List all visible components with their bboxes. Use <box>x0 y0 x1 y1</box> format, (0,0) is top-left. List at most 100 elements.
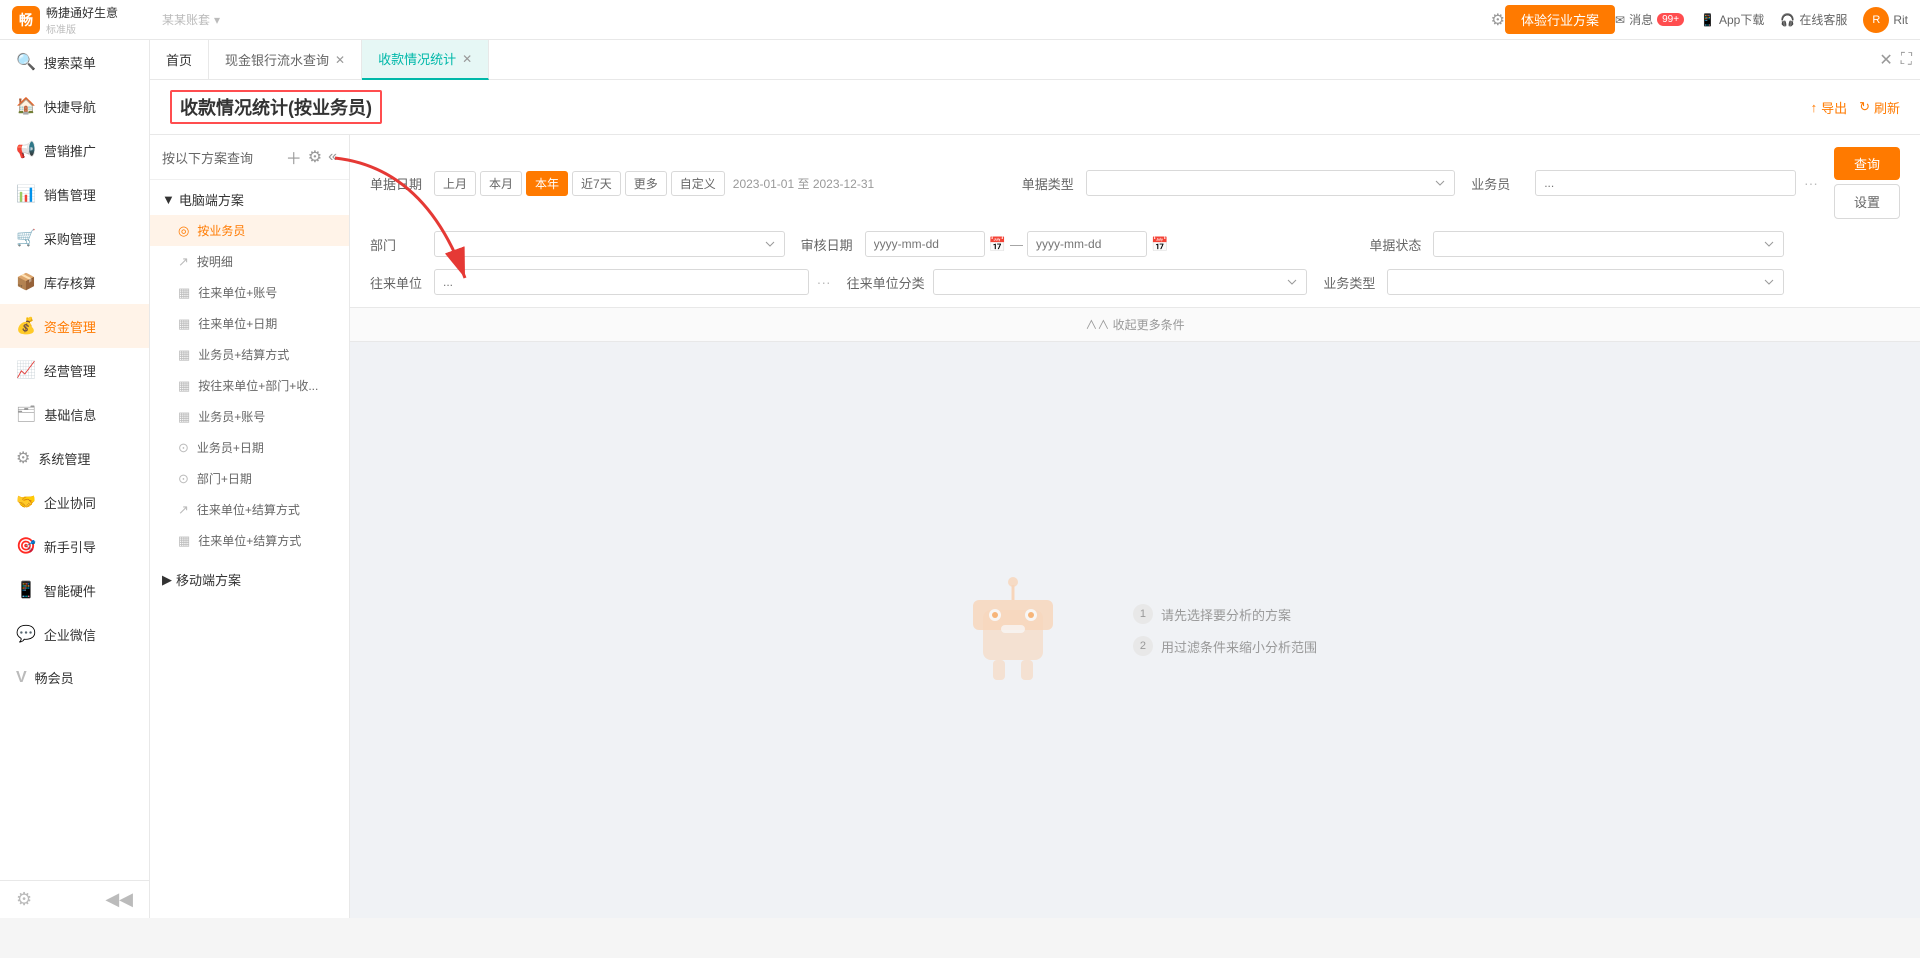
date-btn-this-year[interactable]: 本年 <box>526 171 568 196</box>
scheme-item-by-detail[interactable]: ↗ 按明细 <box>150 246 349 277</box>
date-btn-7days[interactable]: 近7天 <box>572 171 621 196</box>
dept-date-icon: ⊙ <box>178 471 189 487</box>
scheme-item-by-staff[interactable]: ◎ 按业务员 <box>150 215 349 246</box>
sidebar-item-enterprise[interactable]: 🤝 企业协同 <box>0 480 149 524</box>
biz-type-filter-group: 业务类型 <box>1323 269 1784 295</box>
sidebar-item-sales[interactable]: 📊 销售管理 <box>0 172 149 216</box>
online-service-area[interactable]: 🎧 在线客服 <box>1780 11 1847 28</box>
calendar-start-icon[interactable]: 📅 <box>989 236 1006 253</box>
unit-account-icon: ▦ <box>178 285 190 301</box>
sidebar-item-operations[interactable]: 📈 经营管理 <box>0 348 149 392</box>
scheme-item-staff-payment[interactable]: ▦ 业务员+结算方式 <box>150 339 349 370</box>
unit-payment2-label: 往来单位+结算方式 <box>198 532 301 549</box>
sidebar-item-sys-admin[interactable]: ⚙ 系统管理 <box>0 436 149 480</box>
sidebar-item-new-guide[interactable]: 🎯 新手引导 <box>0 524 149 568</box>
doc-type-select[interactable] <box>1086 170 1455 196</box>
sidebar-collapse-icon[interactable]: ◀◀ <box>105 889 133 910</box>
unit-dept-collect-icon: ▦ <box>178 378 190 394</box>
app-download-area[interactable]: 📱 App下载 <box>1700 11 1764 28</box>
biz-type-select[interactable] <box>1387 269 1784 295</box>
sidebar-item-search-menu[interactable]: 🔍 搜索菜单 <box>0 40 149 84</box>
sidebar-label-finance: 资金管理 <box>44 317 96 336</box>
unit-date-label: 往来单位+日期 <box>198 315 277 332</box>
scheme-settings-icon[interactable]: ⚙ <box>308 147 322 167</box>
sidebar-settings-icon[interactable]: ⚙ <box>16 889 32 910</box>
scheme-item-unit-payment2[interactable]: ▦ 往来单位+结算方式 <box>150 525 349 556</box>
tab-bank-flow-close[interactable]: ✕ <box>335 53 345 67</box>
mobile-scheme-group-title[interactable]: ▶ 移动端方案 <box>150 564 349 595</box>
scheme-item-dept-date[interactable]: ⊙ 部门+日期 <box>150 463 349 494</box>
query-button[interactable]: 查询 <box>1834 147 1900 180</box>
page-title: 收款情况统计(按业务员) <box>170 90 382 124</box>
doc-status-select[interactable] <box>1433 231 1784 257</box>
scheme-item-unit-payment1[interactable]: ↗ 往来单位+结算方式 <box>150 494 349 525</box>
date-btn-last-month[interactable]: 上月 <box>434 171 476 196</box>
review-date-start-input[interactable] <box>865 231 985 257</box>
sidebar-label-marketing: 营销推广 <box>44 141 96 160</box>
message-area[interactable]: ✉ 消息 99+ <box>1615 11 1684 28</box>
new-guide-icon: 🎯 <box>16 536 36 556</box>
sidebar-item-basic-info[interactable]: 🗂 基础信息 <box>0 392 149 436</box>
operations-icon: 📈 <box>16 360 36 380</box>
sidebar: 🔍 搜索菜单 🏠 快捷导航 📢 营销推广 📊 销售管理 🛒 采购管理 📦 库存核… <box>0 40 150 918</box>
add-scheme-icon[interactable]: ＋ <box>286 145 302 169</box>
date-btn-custom[interactable]: 自定义 <box>671 171 725 196</box>
search-menu-icon: 🔍 <box>16 52 36 72</box>
scheme-item-staff-date[interactable]: ⊙ 业务员+日期 <box>150 432 349 463</box>
collapse-icon: ∧∧ <box>1085 318 1109 332</box>
tab-expand-icon[interactable]: ⛶ <box>1901 51 1912 69</box>
review-date-end-input[interactable] <box>1027 231 1147 257</box>
date-btn-more[interactable]: 更多 <box>625 171 667 196</box>
unit-date-icon: ▦ <box>178 316 190 332</box>
counterpart-type-select[interactable] <box>933 269 1308 295</box>
staff-filter-group: 业务员 ··· <box>1471 170 1818 196</box>
service-icon: 🎧 <box>1780 13 1795 27</box>
scheme-item-unit-dept-collect[interactable]: ▦ 按往来单位+部门+收... <box>150 370 349 401</box>
trial-button[interactable]: 体验行业方案 <box>1505 5 1615 34</box>
tab-collection-stats[interactable]: 收款情况统计 ✕ <box>362 40 489 80</box>
counterpart-more-icon[interactable]: ··· <box>817 274 831 290</box>
sidebar-item-warehouse[interactable]: 📦 库存核算 <box>0 260 149 304</box>
scheme-item-unit-date[interactable]: ▦ 往来单位+日期 <box>150 308 349 339</box>
tab-close-all-icon[interactable]: ✕ <box>1879 50 1892 70</box>
user-area[interactable]: R Rit <box>1863 7 1908 33</box>
tab-home[interactable]: 首页 <box>150 40 209 80</box>
date-btn-this-month[interactable]: 本月 <box>480 171 522 196</box>
counterpart-input[interactable] <box>434 269 809 295</box>
header-settings-icon[interactable]: ⚙ <box>1491 10 1505 30</box>
sidebar-label-quick-nav: 快捷导航 <box>44 97 96 116</box>
collapse-bar[interactable]: ∧∧ 收起更多条件 <box>350 308 1920 342</box>
settings-button[interactable]: 设置 <box>1834 184 1900 219</box>
refresh-button[interactable]: ↻ 刷新 <box>1859 98 1900 117</box>
empty-hints: 1 请先选择要分析的方案 2 用过滤条件来缩小分析范围 <box>1133 604 1317 656</box>
staff-more-icon[interactable]: ··· <box>1804 175 1818 191</box>
warehouse-icon: 📦 <box>16 272 36 292</box>
sidebar-item-vip[interactable]: V 畅会员 <box>0 656 149 699</box>
scheme-item-unit-account[interactable]: ▦ 往来单位+账号 <box>150 277 349 308</box>
breadcrumb-chevron[interactable]: ▾ <box>214 13 220 27</box>
desktop-scheme-group-title[interactable]: ▼ 电脑端方案 <box>150 184 349 215</box>
tab-collection-stats-close[interactable]: ✕ <box>462 52 472 66</box>
sidebar-item-purchase[interactable]: 🛒 采购管理 <box>0 216 149 260</box>
enterprise-wechat-icon: 💬 <box>16 624 36 644</box>
sidebar-item-finance[interactable]: 💰 资金管理 <box>0 304 149 348</box>
sidebar-item-marketing[interactable]: 📢 营销推广 <box>0 128 149 172</box>
logo-text: 畅捷通好生意标准版 <box>46 4 118 36</box>
unit-payment1-icon: ↗ <box>178 502 189 518</box>
staff-input[interactable] <box>1535 170 1796 196</box>
export-icon: ↑ <box>1811 100 1818 115</box>
by-detail-label: 按明细 <box>197 253 233 270</box>
sidebar-item-smart-hw[interactable]: 📱 智能硬件 <box>0 568 149 612</box>
sidebar-label-operations: 经营管理 <box>44 361 96 380</box>
sidebar-item-quick-nav[interactable]: 🏠 快捷导航 <box>0 84 149 128</box>
hint-item-1: 1 请先选择要分析的方案 <box>1133 604 1317 624</box>
dept-select[interactable] <box>434 231 785 257</box>
collapse-panel-icon[interactable]: « <box>328 148 337 166</box>
empty-area: 1 请先选择要分析的方案 2 用过滤条件来缩小分析范围 <box>350 342 1920 918</box>
sidebar-item-enterprise-wechat[interactable]: 💬 企业微信 <box>0 612 149 656</box>
calendar-end-icon[interactable]: 📅 <box>1151 236 1168 253</box>
by-staff-label: 按业务员 <box>197 222 245 239</box>
scheme-item-staff-account[interactable]: ▦ 业务员+账号 <box>150 401 349 432</box>
tab-bank-flow[interactable]: 现金银行流水查询 ✕ <box>209 40 362 80</box>
export-button[interactable]: ↑ 导出 <box>1811 98 1848 117</box>
